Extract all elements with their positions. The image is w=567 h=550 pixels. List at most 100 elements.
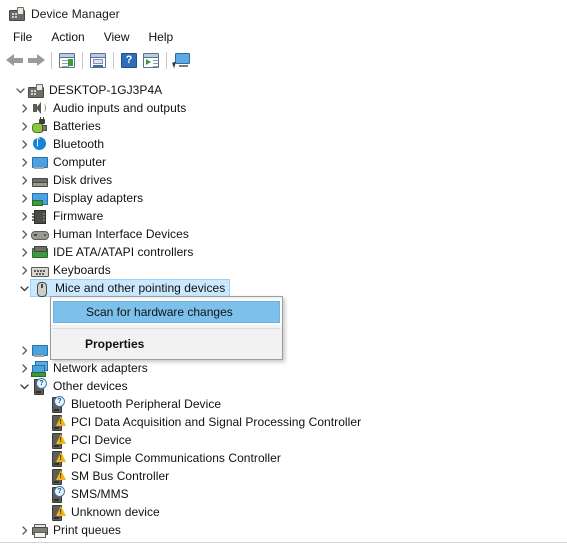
- forward-arrow-icon[interactable]: [25, 50, 47, 72]
- tree-row-pci-device[interactable]: PCI Device: [0, 431, 132, 449]
- tree-row-other-devices[interactable]: ? Other devices: [0, 377, 128, 395]
- tree-row-label: Batteries: [53, 119, 101, 133]
- toolbar: ?: [0, 48, 567, 73]
- tree-row-label: Bluetooth: [53, 137, 105, 151]
- tree-row-label: Other devices: [53, 379, 128, 393]
- tree-row-pci-data-acquisition-and-signal-processing-controller[interactable]: PCI Data Acquisition and Signal Processi…: [0, 413, 361, 431]
- menu-file[interactable]: File: [4, 28, 41, 47]
- tree-row-pci-simple-communications-controller[interactable]: PCI Simple Communications Controller: [0, 449, 281, 467]
- chevron-right-icon[interactable]: [18, 207, 30, 225]
- tree-row-sm-bus-controller[interactable]: SM Bus Controller: [0, 467, 169, 485]
- title-bar: Device Manager: [0, 0, 567, 27]
- tree-row-print-queues[interactable]: Print queues: [0, 521, 121, 539]
- mouse-icon: [32, 279, 50, 297]
- tree-row-disk-drives[interactable]: Disk drives: [0, 171, 112, 189]
- unknown-device-icon: ?: [48, 395, 66, 413]
- tree-row-label: Network adapters: [53, 361, 148, 375]
- tree-row-label: PCI Device: [71, 433, 132, 447]
- chevron-right-icon[interactable]: [18, 261, 30, 279]
- tree-row-root[interactable]: DESKTOP-1GJ3P4A: [0, 81, 162, 99]
- tree-row-keyboards[interactable]: Keyboards: [0, 261, 111, 279]
- tree-row-unknown-device[interactable]: Unknown device: [0, 503, 160, 521]
- audio-icon: [30, 99, 48, 117]
- device-manager-window: Device Manager File Action View Help ? D…: [0, 0, 567, 550]
- context-menu-item-properties[interactable]: Properties: [53, 333, 280, 355]
- tree-row-sms-mms[interactable]: ? SMS/MMS: [0, 485, 129, 503]
- context-menu-item-scan-for-hardware-changes[interactable]: Scan for hardware changes: [53, 301, 280, 323]
- display-adapter-icon: [30, 189, 48, 207]
- tree-row-human-interface-devices[interactable]: Human Interface Devices: [0, 225, 189, 243]
- ide-controller-icon: [30, 243, 48, 261]
- context-menu[interactable]: Scan for hardware changes Properties: [50, 296, 283, 360]
- warning-device-icon: [48, 467, 66, 485]
- tree-row-network-adapters[interactable]: Network adapters: [0, 359, 148, 377]
- tree-row-label: PCI Data Acquisition and Signal Processi…: [71, 415, 362, 429]
- update-driver-icon[interactable]: [140, 50, 162, 72]
- chevron-right-icon[interactable]: [18, 225, 30, 243]
- tree-row-label: Print queues: [53, 523, 121, 537]
- toolbar-separator: [51, 52, 52, 69]
- unknown-device-icon: ?: [30, 377, 48, 395]
- tree-row-label: DESKTOP-1GJ3P4A: [49, 83, 163, 97]
- tree-row-label: Keyboards: [53, 263, 111, 277]
- scan-for-hardware-changes-icon[interactable]: [171, 50, 193, 72]
- warning-device-icon: [48, 413, 66, 431]
- chevron-down-icon[interactable]: [18, 279, 30, 297]
- printer-icon: [30, 521, 48, 539]
- warning-device-icon: [48, 503, 66, 521]
- tree-row-computer[interactable]: Computer: [0, 153, 106, 171]
- chevron-right-icon[interactable]: [18, 117, 30, 135]
- chevron-right-icon[interactable]: [18, 189, 30, 207]
- help-icon[interactable]: ?: [118, 50, 140, 72]
- hid-gamepad-icon: [30, 225, 49, 243]
- menu-action[interactable]: Action: [42, 28, 93, 47]
- back-arrow-icon[interactable]: [3, 50, 25, 72]
- menu-view[interactable]: View: [95, 28, 139, 47]
- tree-row-label: Computer: [53, 155, 107, 169]
- disk-drive-icon: [30, 171, 48, 189]
- chevron-right-icon[interactable]: [18, 521, 30, 539]
- tree-row-bluetooth-peripheral-device[interactable]: ? Bluetooth Peripheral Device: [0, 395, 221, 413]
- tree-row-mice-and-other-pointing-devices[interactable]: Mice and other pointing devices: [0, 279, 231, 297]
- device-manager-icon: [8, 6, 25, 22]
- tree-row-label: Unknown device: [71, 505, 160, 519]
- toolbar-separator: [82, 52, 83, 69]
- tree-row-label: PCI Simple Communications Controller: [71, 451, 281, 465]
- tree-row-label: Firmware: [53, 209, 104, 223]
- toolbar-separator: [166, 52, 167, 69]
- network-adapter-icon: [30, 359, 48, 377]
- tree-row-label: SMS/MMS: [71, 487, 129, 501]
- chevron-right-icon[interactable]: [18, 171, 30, 189]
- chevron-right-icon[interactable]: [18, 341, 30, 359]
- chevron-down-icon[interactable]: [18, 377, 30, 395]
- chevron-right-icon[interactable]: [18, 359, 30, 377]
- warning-device-icon: [48, 431, 66, 449]
- tree-row-label: SM Bus Controller: [71, 469, 170, 483]
- chevron-right-icon[interactable]: [18, 135, 30, 153]
- firmware-chip-icon: [30, 207, 48, 225]
- chevron-down-icon[interactable]: [14, 81, 26, 99]
- chevron-right-icon[interactable]: [18, 153, 30, 171]
- tree-row-label: Human Interface Devices: [53, 227, 189, 241]
- tree-row-firmware[interactable]: Firmware: [0, 207, 103, 225]
- tree-row-label: Audio inputs and outputs: [53, 101, 187, 115]
- menu-bar: File Action View Help: [0, 27, 567, 48]
- context-menu-separator: [53, 328, 280, 329]
- tree-row-label: IDE ATA/ATAPI controllers: [53, 245, 194, 259]
- tree-row-bluetooth[interactable]: ᛏ Bluetooth: [0, 135, 104, 153]
- tree-row-batteries[interactable]: Batteries: [0, 117, 101, 135]
- menu-help[interactable]: Help: [140, 28, 183, 47]
- tree-row-label: Disk drives: [53, 173, 113, 187]
- properties-icon[interactable]: [87, 50, 109, 72]
- unknown-device-icon: ?: [48, 485, 66, 503]
- tree-row-ide-ata-atapi-controllers[interactable]: IDE ATA/ATAPI controllers: [0, 243, 193, 261]
- bluetooth-icon: ᛏ: [30, 135, 48, 153]
- computer-root-icon: [26, 81, 44, 99]
- chevron-right-icon[interactable]: [18, 99, 30, 117]
- monitor-icon: [30, 341, 48, 359]
- tree-row-audio-inputs-and-outputs[interactable]: Audio inputs and outputs: [0, 99, 186, 117]
- chevron-right-icon[interactable]: [18, 243, 30, 261]
- show-hide-console-tree-icon[interactable]: [56, 50, 78, 72]
- battery-icon: [30, 117, 48, 135]
- tree-row-display-adapters[interactable]: Display adapters: [0, 189, 143, 207]
